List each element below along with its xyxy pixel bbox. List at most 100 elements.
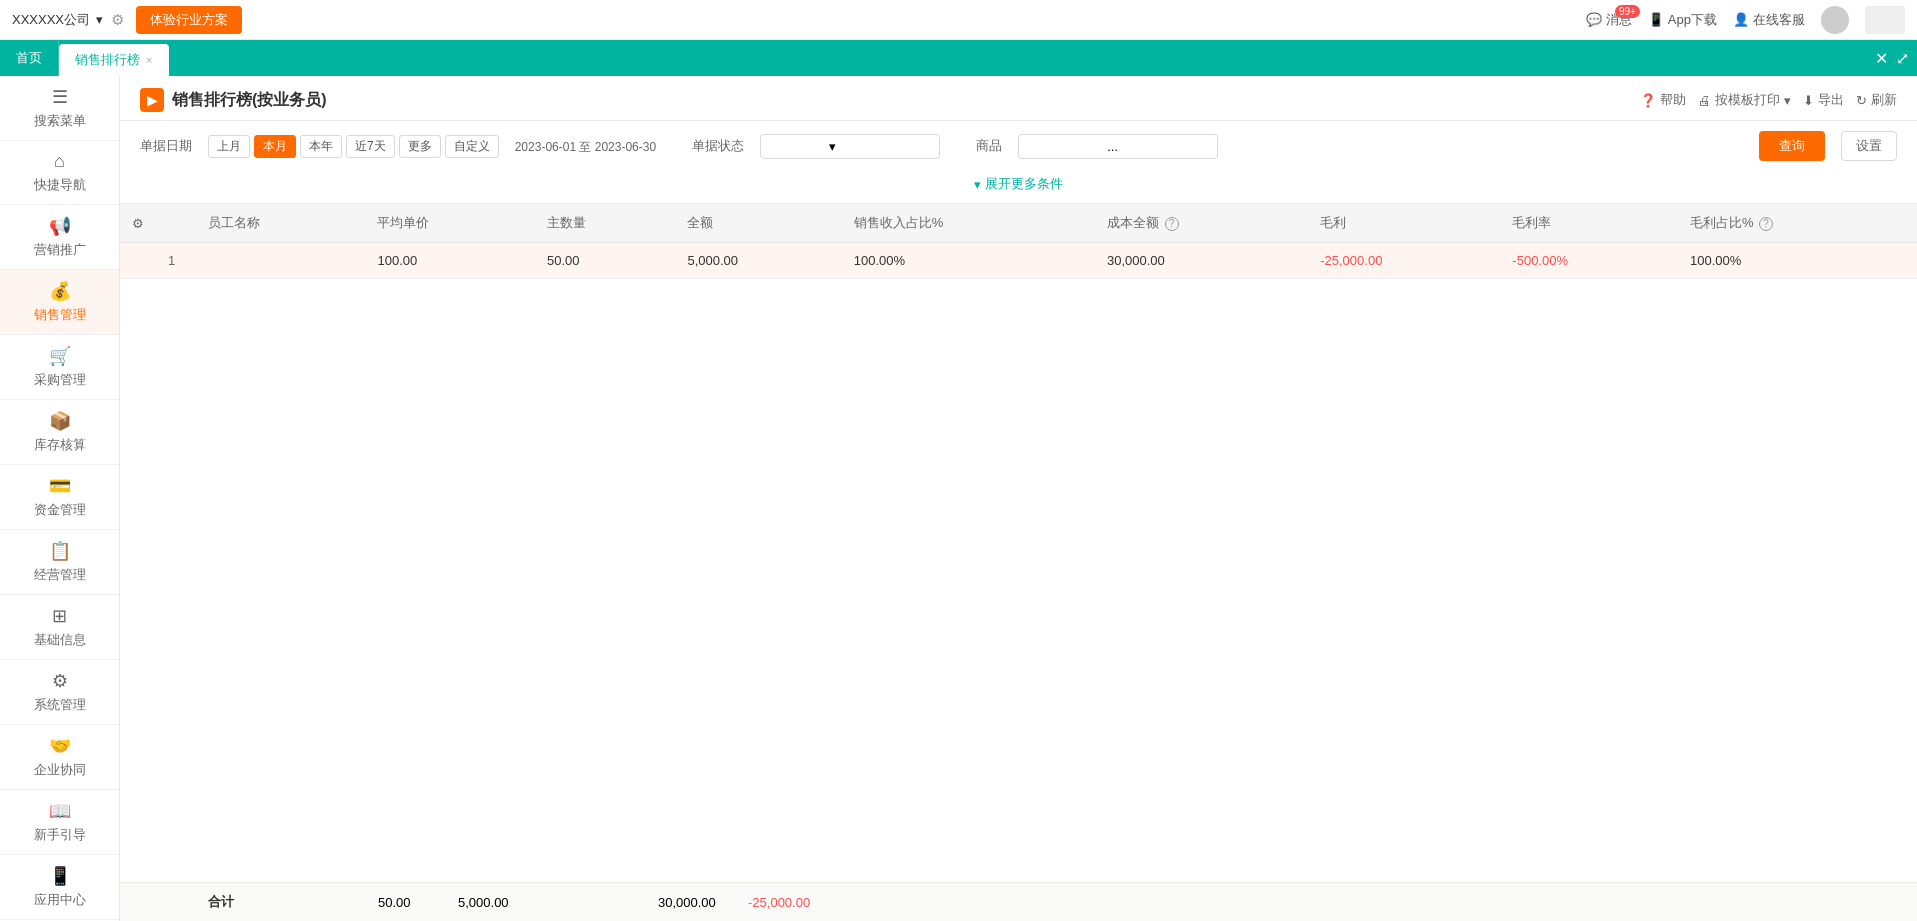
sidebar-item-label: 经营管理 (34, 566, 86, 584)
window-close-icon[interactable]: ✕ (1875, 49, 1888, 68)
cost-help-icon[interactable]: ? (1165, 217, 1179, 231)
export-icon: ⬇ (1803, 93, 1814, 108)
window-expand-icon[interactable]: ⤢ (1896, 49, 1909, 68)
export-label: 导出 (1818, 91, 1844, 109)
goods-label: 商品 (976, 137, 1002, 155)
date-range: 2023-06-01 至 2023-06-30 (515, 139, 656, 156)
cell-cost-amount: 30,000.00 (1095, 243, 1308, 279)
sidebar-item-sales[interactable]: 💰 销售管理 (0, 270, 119, 335)
clipboard-icon: 📋 (49, 540, 71, 562)
sidebar-item-apps[interactable]: 📱 应用中心 (0, 855, 119, 920)
footer-main-qty: 50.00 (378, 895, 458, 910)
cell-gross-rate: -500.00% (1500, 243, 1678, 279)
app-download-button[interactable]: 📱 App下载 (1648, 11, 1717, 29)
online-service-button[interactable]: 👤 在线客服 (1733, 11, 1805, 29)
goods-ellipsis: ... (1107, 139, 1118, 154)
cell-avg-price: 100.00 (365, 243, 534, 279)
sidebar-item-quicknav[interactable]: ⌂ 快捷导航 (0, 141, 119, 205)
apps-icon: 📱 (49, 865, 71, 887)
company-name: XXXXXX公司 (12, 11, 90, 29)
sidebar-item-purchase[interactable]: 🛒 采购管理 (0, 335, 119, 400)
tab-sales-ranking[interactable]: 销售排行榜 × (59, 44, 169, 76)
gear2-icon: ⚙ (52, 670, 68, 692)
sidebar-item-inventory[interactable]: 📦 库存核算 (0, 400, 119, 465)
sidebar-item-system[interactable]: ⚙ 系统管理 (0, 660, 119, 725)
online-service-label: 在线客服 (1753, 11, 1805, 29)
sidebar-item-label: 基础信息 (34, 631, 86, 649)
table-row: 1 100.00 50.00 5,000.00 100.00% 30,000.0… (120, 243, 1917, 279)
sidebar-item-guide[interactable]: 📖 新手引导 (0, 790, 119, 855)
status-label: 单据状态 (692, 137, 744, 155)
tab-spacer (169, 40, 1867, 76)
table-header-row: ⚙ 员工名称 平均单价 主数量 全额 销售收入占比% 成本全额 ? 毛利 毛利率 (120, 204, 1917, 243)
table-footer: 合计 50.00 5,000.00 30,000.00 -25,000.00 (120, 882, 1917, 921)
avatar-name[interactable] (1865, 6, 1905, 34)
sidebar-item-label: 营销推广 (34, 241, 86, 259)
sidebar-item-label: 搜索菜单 (34, 112, 86, 130)
date-btn-this-year[interactable]: 本年 (300, 135, 342, 158)
help-button[interactable]: ❓ 帮助 (1640, 91, 1686, 109)
sidebar-item-marketing[interactable]: 📢 营销推广 (0, 205, 119, 270)
cell-main-qty: 50.00 (535, 243, 675, 279)
home-icon: ⌂ (54, 151, 65, 172)
app-download-label: App下载 (1668, 11, 1717, 29)
refresh-icon: ↻ (1856, 93, 1867, 108)
filter-settings-button[interactable]: 设置 (1841, 131, 1897, 161)
expand-icon: ▾ (974, 177, 981, 192)
date-btn-this-month[interactable]: 本月 (254, 135, 296, 158)
page-area: ▶ 销售排行榜(按业务员) ❓ 帮助 🖨 按模板打印 ▾ ⬇ 导出 (120, 76, 1917, 921)
col-gross-rate: 毛利率 (1500, 204, 1678, 243)
col-avg-price: 平均单价 (365, 204, 534, 243)
date-btn-more[interactable]: 更多 (399, 135, 441, 158)
cell-gross-pct: 100.00% (1678, 243, 1917, 279)
try-industry-button[interactable]: 体验行业方案 (136, 6, 242, 34)
top-header: XXXXXX公司 ▾ ⚙ 体验行业方案 💬 消息 99+ 📱 App下载 👤 在… (0, 0, 1917, 40)
refresh-label: 刷新 (1871, 91, 1897, 109)
refresh-button[interactable]: ↻ 刷新 (1856, 91, 1897, 109)
tab-home[interactable]: 首页 (0, 40, 59, 76)
page-title: 销售排行榜(按业务员) (172, 90, 327, 111)
expand-more-button[interactable]: ▾ 展开更多条件 (974, 175, 1063, 193)
sidebar-item-label: 采购管理 (34, 371, 86, 389)
date-btn-last-month[interactable]: 上月 (208, 135, 250, 158)
col-gross-pct: 毛利占比% ? (1678, 204, 1917, 243)
grid-icon: ⊞ (52, 605, 67, 627)
sidebar-item-operations[interactable]: 📋 经营管理 (0, 530, 119, 595)
megaphone-icon: 📢 (49, 215, 71, 237)
sidebar-item-basic-info[interactable]: ⊞ 基础信息 (0, 595, 119, 660)
print-button[interactable]: 🖨 按模板打印 ▾ (1698, 91, 1791, 109)
col-sales-pct: 销售收入占比% (842, 204, 1095, 243)
footer-amount: 5,000.00 (458, 895, 548, 910)
gross-pct-help-icon[interactable]: ? (1759, 217, 1773, 231)
date-btn-7days[interactable]: 近7天 (346, 135, 395, 158)
col-rank (156, 204, 196, 243)
page-actions: ❓ 帮助 🖨 按模板打印 ▾ ⬇ 导出 ↻ 刷新 (1640, 91, 1897, 109)
sidebar-item-finance[interactable]: 💳 资金管理 (0, 465, 119, 530)
col-settings[interactable]: ⚙ (120, 204, 156, 243)
query-button[interactable]: 查询 (1759, 131, 1825, 161)
data-table: ⚙ 员工名称 平均单价 主数量 全额 销售收入占比% 成本全额 ? 毛利 毛利率 (120, 204, 1917, 279)
cell-settings (120, 243, 156, 279)
goods-select[interactable]: ... (1018, 134, 1218, 159)
tab-close-icon[interactable]: × (146, 54, 152, 66)
footer-cost-amount: 30,000.00 (658, 895, 748, 910)
toggle-arrow-button[interactable]: ▶ (140, 88, 164, 112)
avatar[interactable] (1821, 6, 1849, 34)
cell-rank: 1 (156, 243, 196, 279)
gear-icon[interactable]: ⚙ (111, 11, 124, 29)
headset-icon: 👤 (1733, 12, 1749, 27)
print-label: 按模板打印 (1715, 91, 1780, 109)
book-icon: 📖 (49, 800, 71, 822)
col-name: 员工名称 (196, 204, 365, 243)
sidebar-item-search[interactable]: ☰ 搜索菜单 (0, 76, 119, 141)
date-btn-custom[interactable]: 自定义 (445, 135, 499, 158)
footer-gross-profit: -25,000.00 (748, 895, 838, 910)
sidebar-item-enterprise[interactable]: 🤝 企业协同 (0, 725, 119, 790)
footer-cells: 合计 50.00 5,000.00 30,000.00 -25,000.00 (132, 893, 1905, 911)
sidebar-item-label: 企业协同 (34, 761, 86, 779)
export-button[interactable]: ⬇ 导出 (1803, 91, 1844, 109)
status-select[interactable]: ▾ (760, 134, 940, 159)
tab-window-actions: ✕ ⤢ (1867, 40, 1917, 76)
message-button[interactable]: 💬 消息 99+ (1586, 11, 1632, 29)
company-selector[interactable]: XXXXXX公司 ▾ (12, 11, 103, 29)
